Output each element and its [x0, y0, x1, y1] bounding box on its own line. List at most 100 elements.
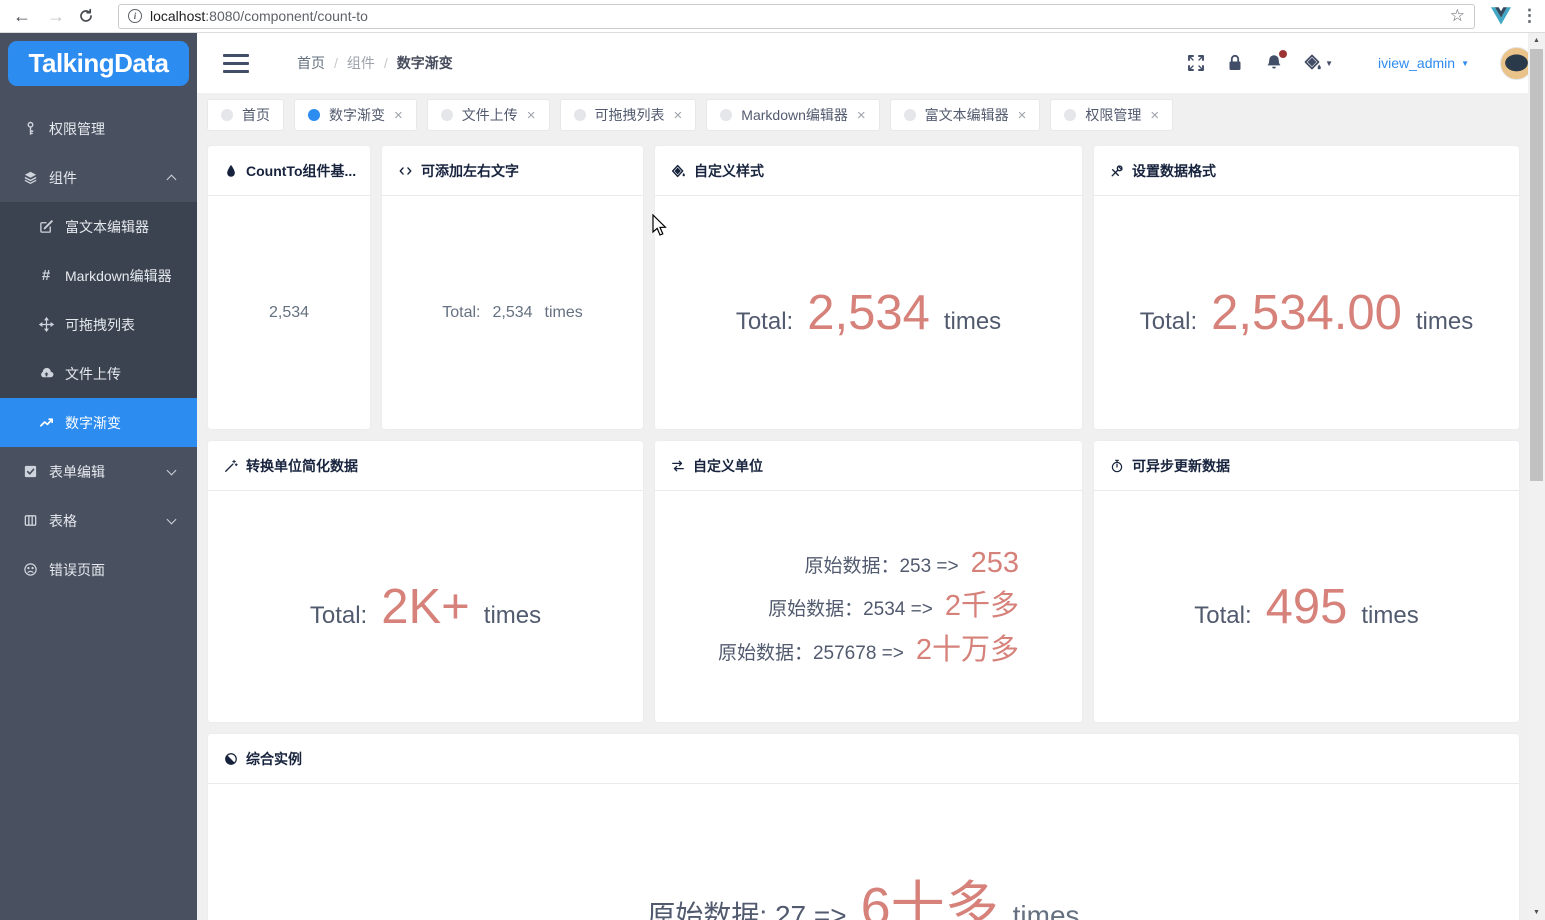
- card-async-update: 可异步更新数据 Total: 495 times: [1093, 440, 1520, 723]
- theme-icon[interactable]: ▼: [1303, 53, 1333, 73]
- scrollbar-track[interactable]: ▲ ▼: [1528, 33, 1545, 920]
- url-text[interactable]: localhost:8080/component/count-to: [150, 8, 1442, 24]
- tab-permission[interactable]: 权限管理 ×: [1050, 99, 1174, 131]
- card-affix-text: 可添加左右文字 Total: 2,534 times: [381, 145, 644, 430]
- tab-home[interactable]: 首页: [207, 99, 284, 131]
- reload-icon[interactable]: [78, 8, 102, 24]
- magic-wand-icon: [225, 459, 238, 472]
- close-icon[interactable]: ×: [1018, 108, 1027, 123]
- count-suffix: times: [483, 602, 542, 629]
- back-icon[interactable]: ←: [10, 7, 34, 25]
- page-info-icon[interactable]: i: [128, 9, 142, 23]
- sidebar-item-label: 错误页面: [49, 561, 105, 578]
- layers-icon: [22, 170, 38, 185]
- sidebar-item-label: Markdown编辑器: [65, 267, 172, 284]
- vue-devtools-icon[interactable]: [1491, 7, 1511, 25]
- close-icon[interactable]: ×: [394, 108, 403, 123]
- bell-icon[interactable]: [1264, 50, 1288, 73]
- main-area: 首页 / 组件 / 数字渐变 ▼ iview_admin ▼ 首页 数字渐变 ×…: [197, 33, 1545, 920]
- sidebar-item-count-to[interactable]: 数字渐变: [0, 398, 197, 447]
- card-simplify-unit: 转换单位简化数据 Total: 2K+ times: [207, 440, 644, 723]
- sidebar-item-markdown-editor[interactable]: # Markdown编辑器: [0, 251, 197, 300]
- tab-state-dot: [440, 109, 453, 121]
- bookmark-star-icon[interactable]: ☆: [1450, 6, 1465, 26]
- topbar-actions: ▼ iview_admin ▼: [1186, 46, 1533, 80]
- hash-icon: #: [41, 267, 51, 284]
- scroll-up-icon[interactable]: ▲: [1528, 33, 1545, 48]
- close-icon[interactable]: ×: [527, 108, 536, 123]
- sidebar-item-richtext-editor[interactable]: 富文本编辑器: [0, 202, 197, 251]
- count-value: 2,534.00: [1211, 286, 1402, 340]
- count-prefix: Total:: [735, 308, 794, 335]
- sidebar-item-table[interactable]: 表格: [0, 496, 197, 545]
- forward-icon[interactable]: →: [44, 7, 68, 25]
- tab-label: 首页: [242, 107, 270, 123]
- tab-count-to[interactable]: 数字渐变 ×: [294, 99, 417, 131]
- card-title: 综合实例: [246, 750, 302, 767]
- app-logo[interactable]: TalkingData: [8, 41, 189, 86]
- sidebar-item-file-upload[interactable]: 文件上传: [0, 349, 197, 398]
- tab-markdown-editor[interactable]: Markdown编辑器 ×: [706, 99, 880, 131]
- sidebar-item-permission[interactable]: 权限管理: [0, 104, 197, 153]
- tab-richtext-editor[interactable]: 富文本编辑器 ×: [889, 99, 1041, 131]
- swap-arrows-icon: [672, 460, 684, 471]
- tab-label: 权限管理: [1085, 107, 1142, 123]
- browser-menu-icon[interactable]: ⋮: [1521, 6, 1538, 26]
- caret-down-icon: ▼: [1325, 58, 1334, 68]
- count-suffix: times: [544, 304, 583, 321]
- page-tabs: 首页 数字渐变 × 文件上传 × 可拖拽列表 × Markdown编辑器 × 富…: [197, 93, 1545, 137]
- key-icon: [22, 121, 38, 136]
- close-icon[interactable]: ×: [857, 108, 866, 123]
- tab-label: 可拖拽列表: [594, 107, 665, 123]
- sidebar-item-label: 富文本编辑器: [65, 218, 149, 235]
- url-path: :8080/component/count-to: [205, 8, 368, 24]
- compose-icon: [38, 219, 54, 234]
- close-icon[interactable]: ×: [674, 108, 683, 123]
- username-label: iview_admin: [1378, 55, 1456, 71]
- tab-label: Markdown编辑器: [741, 107, 848, 123]
- checkbox-icon: [22, 464, 38, 479]
- sidebar-item-label: 可拖拽列表: [65, 316, 135, 333]
- sidebar-item-form-editor[interactable]: 表单编辑: [0, 447, 197, 496]
- card-title: 自定义单位: [693, 457, 763, 474]
- count-prefix: Total:: [1194, 602, 1252, 629]
- code-icon: [399, 166, 412, 175]
- sidebar: TalkingData 权限管理 组件 富文本编辑器 # Markdown编辑器…: [0, 33, 197, 920]
- address-bar[interactable]: i localhost:8080/component/count-to ☆: [118, 3, 1475, 29]
- breadcrumb-home[interactable]: 首页: [297, 53, 325, 73]
- sidebar-item-components[interactable]: 组件: [0, 153, 197, 202]
- tab-state-dot: [720, 109, 733, 121]
- count-value: 495: [1265, 580, 1348, 634]
- user-menu[interactable]: iview_admin ▼: [1378, 55, 1469, 71]
- sidebar-toggle-icon[interactable]: [223, 53, 249, 73]
- sidebar-item-label: 权限管理: [49, 120, 105, 137]
- combo-label: 原始数据: 27 =>: [647, 900, 847, 920]
- card-custom-style: 自定义样式 Total: 2,534 times: [654, 145, 1083, 430]
- breadcrumb-components[interactable]: 组件: [347, 53, 375, 73]
- card-title: 设置数据格式: [1132, 162, 1216, 179]
- cloud-upload-icon: [38, 366, 54, 381]
- unit-label: 原始数据：257678 =>: [717, 642, 904, 664]
- tab-state-dot: [221, 109, 233, 121]
- close-icon[interactable]: ×: [1150, 108, 1159, 123]
- scrollbar-thumb[interactable]: [1530, 49, 1543, 481]
- unit-label: 原始数据：2534 =>: [768, 598, 933, 620]
- tab-state-dot: [573, 109, 586, 121]
- card-title: 可添加左右文字: [421, 162, 519, 179]
- sidebar-item-label: 文件上传: [65, 365, 121, 382]
- unit-example-row: 原始数据：2534 => 2千多: [718, 582, 1019, 624]
- fullscreen-icon[interactable]: [1186, 53, 1206, 73]
- card-title: 可异步更新数据: [1132, 457, 1230, 474]
- scroll-down-icon[interactable]: ▼: [1528, 905, 1545, 920]
- sidebar-item-draggable-list[interactable]: 可拖拽列表: [0, 300, 197, 349]
- tab-label: 数字渐变: [329, 107, 385, 123]
- tab-file-upload[interactable]: 文件上传 ×: [426, 99, 550, 131]
- notification-badge: [1279, 50, 1288, 58]
- combo-suffix: times: [1012, 900, 1080, 920]
- card-title: 自定义样式: [694, 162, 764, 179]
- lock-icon[interactable]: [1225, 53, 1245, 73]
- sidebar-item-error-page[interactable]: 错误页面: [0, 545, 197, 594]
- tab-draggable-list[interactable]: 可拖拽列表 ×: [559, 99, 697, 131]
- unit-label: 原始数据：253 =>: [804, 555, 959, 577]
- app-window: TalkingData 权限管理 组件 富文本编辑器 # Markdown编辑器…: [0, 33, 1545, 920]
